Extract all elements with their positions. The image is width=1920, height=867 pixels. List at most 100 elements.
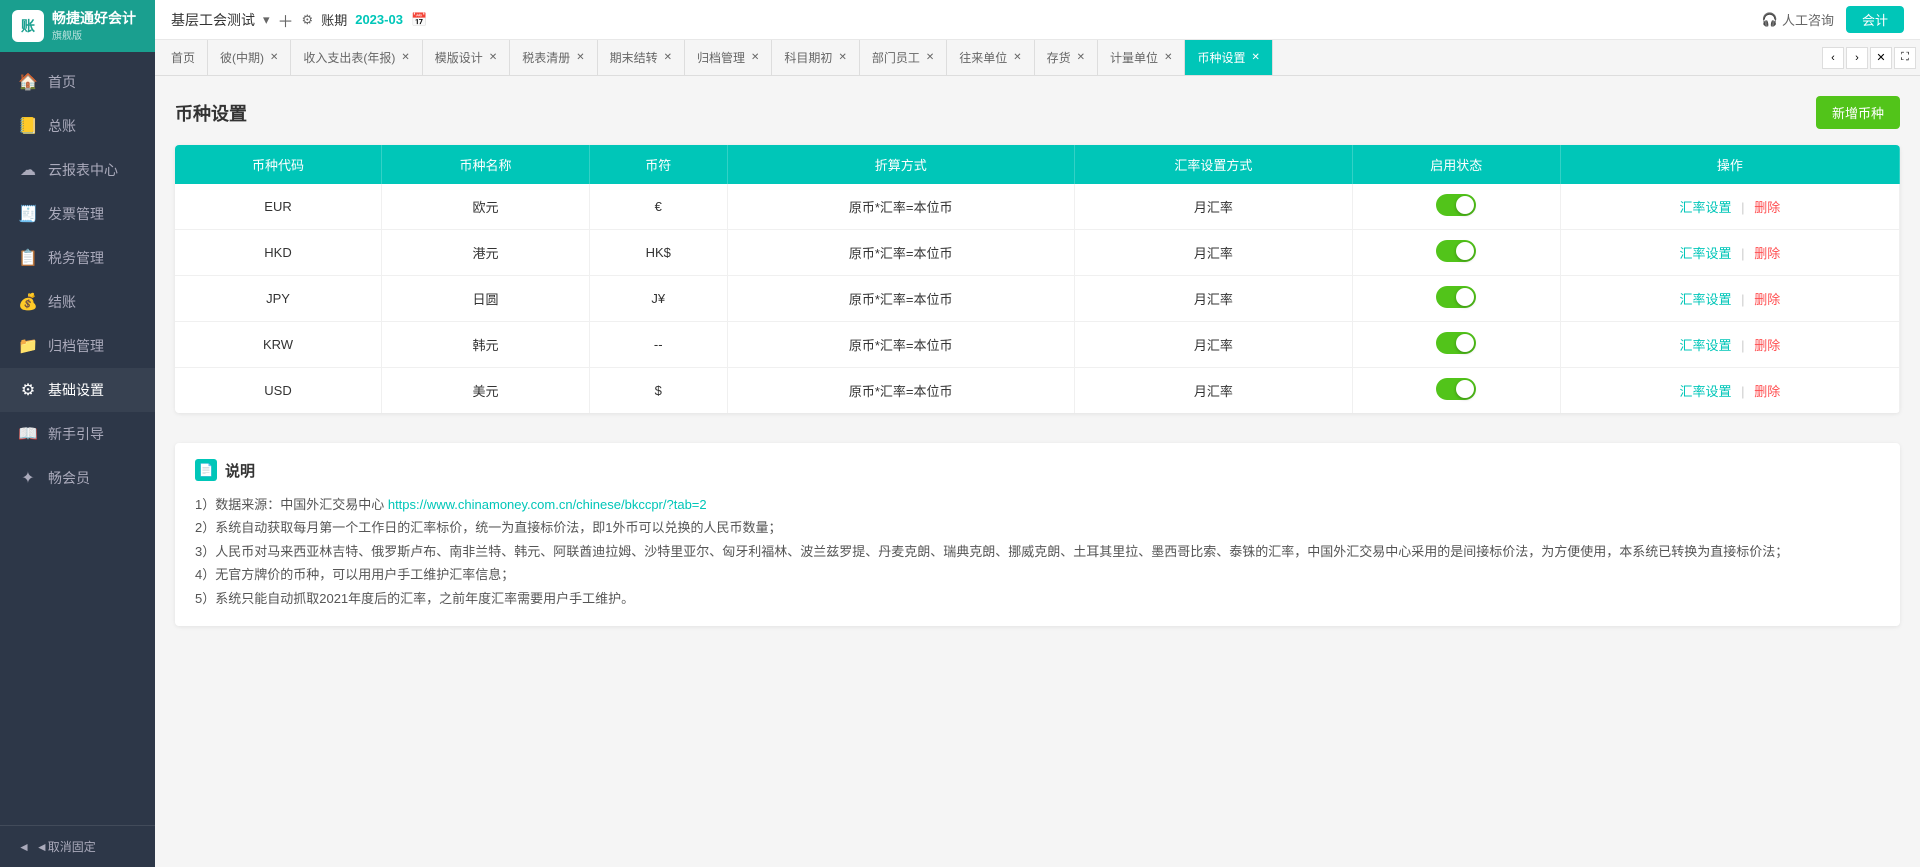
calendar-icon[interactable]: 📅 <box>411 12 427 28</box>
tab-dept[interactable]: 部门员工 ✕ <box>860 40 947 76</box>
sidebar-item-basic[interactable]: ⚙基础设置 <box>0 368 155 412</box>
add-icon[interactable]: ＋ <box>278 8 294 32</box>
cell-rate: 月汇率 <box>1074 184 1352 230</box>
cell-symbol: HK$ <box>589 230 727 276</box>
toggle-switch[interactable] <box>1436 286 1476 308</box>
cell-name: 美元 <box>382 368 590 414</box>
toggle-switch[interactable] <box>1436 332 1476 354</box>
tab-close-icon[interactable]: ✕ <box>1013 52 1021 63</box>
delete-link[interactable]: 删除 <box>1754 292 1780 307</box>
tab-prev-button[interactable]: ‹ <box>1822 47 1844 69</box>
tab-template[interactable]: 模版设计✕ <box>423 40 510 76</box>
account-button[interactable]: 会计 <box>1846 6 1904 33</box>
delete-link[interactable]: 删除 <box>1754 246 1780 261</box>
tab-close-icon[interactable]: ✕ <box>1077 52 1085 63</box>
tab-nav-arrows: ‹ › ✕ ⛶ <box>1822 47 1916 69</box>
reports-icon: ☁ <box>18 160 38 180</box>
tab-archive[interactable]: 归档管理✕ <box>685 40 772 76</box>
sidebar-item-label: 云报表中心 <box>48 160 118 180</box>
tab-close-button[interactable]: ✕ <box>1870 47 1892 69</box>
sidebar-item-archive[interactable]: 📁归档管理 <box>0 324 155 368</box>
tab-home[interactable]: 首页 <box>159 40 208 76</box>
toggle-switch[interactable] <box>1436 240 1476 262</box>
tab-close-icon[interactable]: ✕ <box>489 52 497 63</box>
tab-period[interactable]: 彼(中期)✕ <box>208 40 291 76</box>
sidebar-item-member[interactable]: ✦畅会员 <box>0 456 155 500</box>
dropdown-icon[interactable]: ▾ <box>263 12 270 28</box>
sidebar-item-home[interactable]: 🏠首页 <box>0 60 155 104</box>
sidebar-item-ledger[interactable]: 📒总账 <box>0 104 155 148</box>
action-separator: | <box>1741 200 1744 215</box>
sidebar-footer[interactable]: ◄ ◄取消固定 <box>0 825 155 867</box>
headset-icon: 🎧 <box>1762 12 1778 28</box>
table-row: HKD港元HK$原币*汇率=本位币月汇率 汇率设置 | 删除 <box>175 230 1900 276</box>
tab-subjects[interactable]: 科目期初✕ <box>772 40 859 76</box>
table-header-cell: 币种名称 <box>382 145 590 184</box>
cell-actions: 汇率设置 | 删除 <box>1560 230 1899 276</box>
rate-setting-link[interactable]: 汇率设置 <box>1680 338 1732 353</box>
topbar: 基层工会测试 ▾ ＋ ⚙ 账期 2023-03 📅 🎧 人工咨询 会计 <box>155 0 1920 40</box>
cell-enabled <box>1352 368 1560 414</box>
topbar-right: 🎧 人工咨询 会计 <box>1762 6 1904 33</box>
tab-next-button[interactable]: › <box>1846 47 1868 69</box>
tab-currency[interactable]: 币种设置✕ <box>1185 40 1272 76</box>
sidebar-item-reports[interactable]: ☁ 云报表中心 <box>0 148 155 192</box>
logo-text: 畅捷通好会计 <box>52 10 136 27</box>
toggle-switch[interactable] <box>1436 194 1476 216</box>
notes-link[interactable]: https://www.chinamoney.com.cn/chinese/bk… <box>388 497 707 512</box>
tab-label: 税表清册 <box>522 49 570 66</box>
rate-setting-link[interactable]: 汇率设置 <box>1680 200 1732 215</box>
notes-item: 4）无官方牌价的币种，可以用用户手工维护汇率信息； <box>195 563 1880 586</box>
tab-close-icon[interactable]: ✕ <box>1164 52 1172 63</box>
cell-calc: 原币*汇率=本位币 <box>727 322 1074 368</box>
toggle-switch[interactable] <box>1436 378 1476 400</box>
toggle-track <box>1436 378 1476 400</box>
cell-code: HKD <box>175 230 382 276</box>
tab-income[interactable]: 收入支出表(年报)✕ <box>291 40 422 76</box>
tab-tax[interactable]: 税表清册 ✕ <box>510 40 597 76</box>
notes-title: 📄 说明 <box>195 459 1880 481</box>
support-button[interactable]: 🎧 人工咨询 <box>1762 10 1834 29</box>
tab-close-icon[interactable]: ✕ <box>926 52 934 63</box>
tab-close-icon[interactable]: ✕ <box>401 52 409 63</box>
tab-period_end[interactable]: 期末结转✕ <box>598 40 685 76</box>
sidebar-item-label: 结账 <box>48 292 76 312</box>
currency-table: 币种代码币种名称币符折算方式汇率设置方式启用状态操作 EUR欧元€原币*汇率=本… <box>175 145 1900 413</box>
tab-label: 存货 <box>1047 49 1071 66</box>
cell-rate: 月汇率 <box>1074 322 1352 368</box>
notes-icon: 📄 <box>195 459 217 481</box>
tab-close-icon[interactable]: ✕ <box>838 52 846 63</box>
delete-link[interactable]: 删除 <box>1754 338 1780 353</box>
tab-close-icon[interactable]: ✕ <box>751 52 759 63</box>
tab-stock[interactable]: 存货 ✕ <box>1035 40 1098 76</box>
tab-maximize-button[interactable]: ⛶ <box>1894 47 1916 69</box>
notes-item: 1）数据来源：中国外汇交易中心 https://www.chinamoney.c… <box>195 493 1880 516</box>
delete-link[interactable]: 删除 <box>1754 200 1780 215</box>
rate-setting-link[interactable]: 汇率设置 <box>1680 292 1732 307</box>
cell-code: USD <box>175 368 382 414</box>
tab-close-icon[interactable]: ✕ <box>1251 52 1259 63</box>
sidebar-item-label: 发票管理 <box>48 204 104 224</box>
cell-code: JPY <box>175 276 382 322</box>
sidebar-item-tax[interactable]: 📋税务管理 <box>0 236 155 280</box>
tab-close-icon[interactable]: ✕ <box>664 52 672 63</box>
rate-setting-link[interactable]: 汇率设置 <box>1680 246 1732 261</box>
cell-actions: 汇率设置 | 删除 <box>1560 322 1899 368</box>
tab-close-icon[interactable]: ✕ <box>576 52 584 63</box>
cell-name: 日圆 <box>382 276 590 322</box>
tab-close-icon[interactable]: ✕ <box>270 52 278 63</box>
tab-partner[interactable]: 往来单位✕ <box>947 40 1034 76</box>
settings-icon[interactable]: ⚙ <box>302 12 314 28</box>
cell-calc: 原币*汇率=本位币 <box>727 368 1074 414</box>
new-currency-button[interactable]: 新增币种 <box>1816 96 1900 129</box>
sidebar-item-settlement[interactable]: 💰结账 <box>0 280 155 324</box>
page-header: 币种设置 新增币种 <box>175 96 1900 129</box>
sidebar-item-guide[interactable]: 📖新手引导 <box>0 412 155 456</box>
sidebar-item-invoice[interactable]: 🧾发票管理 <box>0 192 155 236</box>
cell-enabled <box>1352 276 1560 322</box>
rate-setting-link[interactable]: 汇率设置 <box>1680 384 1732 399</box>
logo-icon: 账 <box>12 10 44 42</box>
delete-link[interactable]: 删除 <box>1754 384 1780 399</box>
tab-unit[interactable]: 计量单位✕ <box>1098 40 1185 76</box>
tab-label: 部门员工 <box>872 49 920 66</box>
